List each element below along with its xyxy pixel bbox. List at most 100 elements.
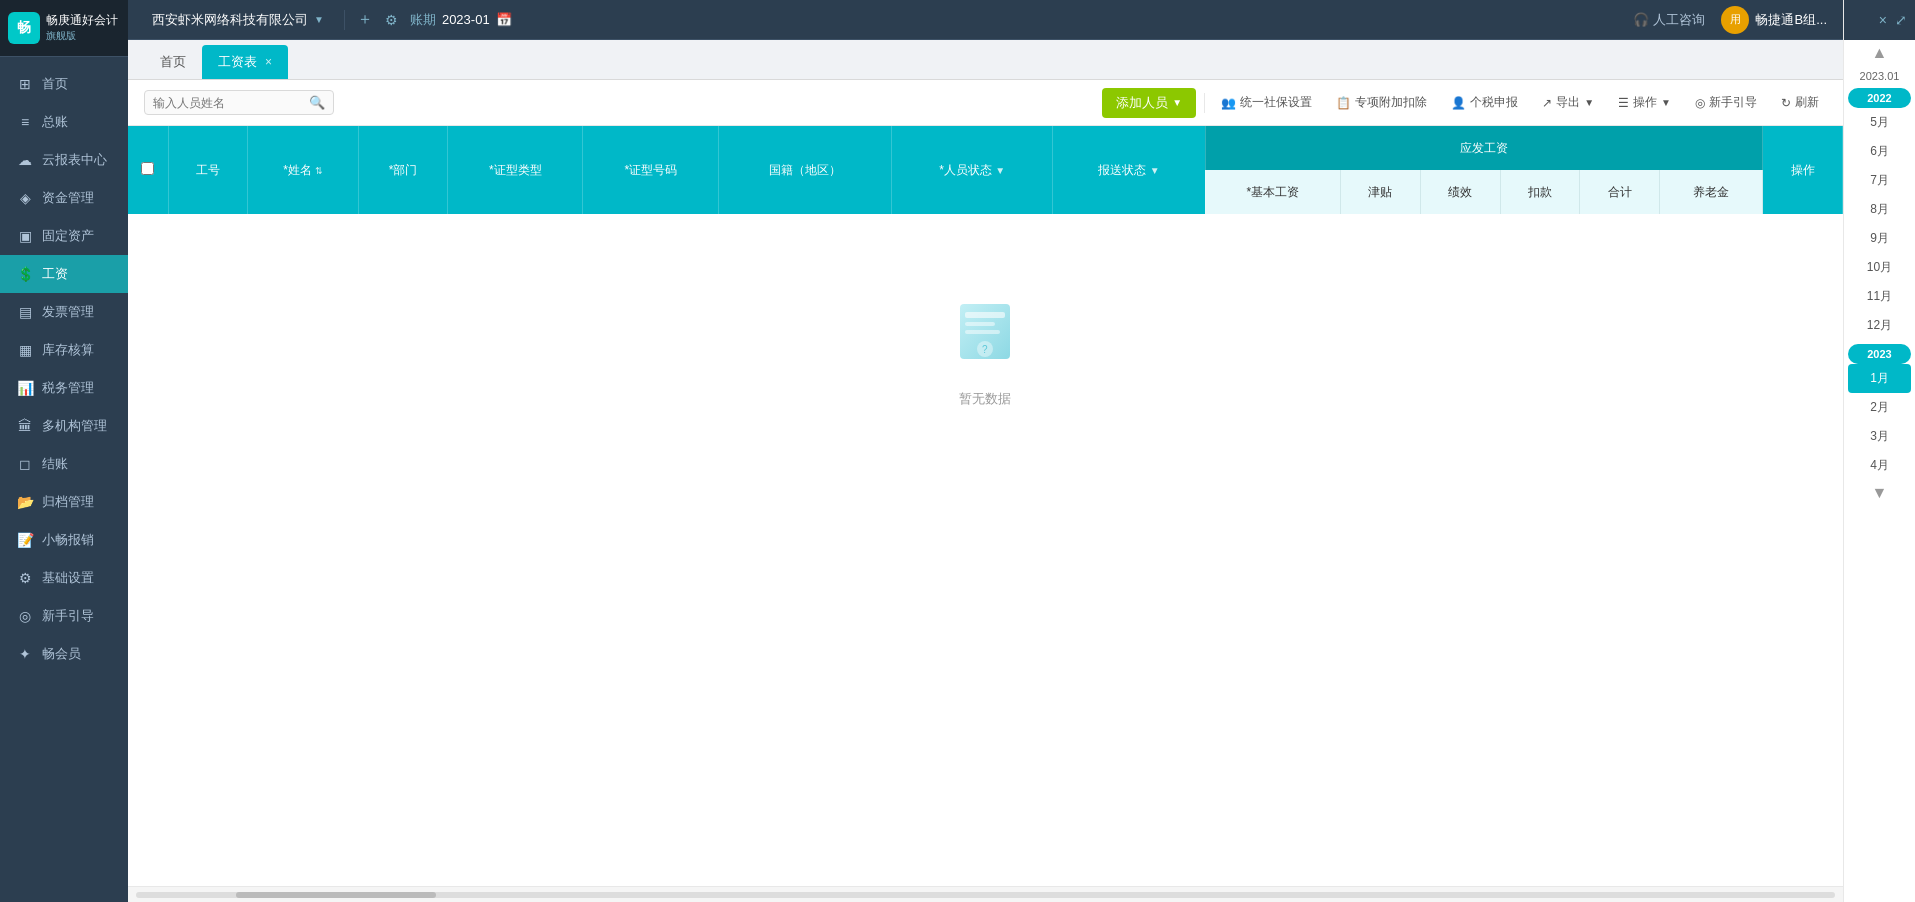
sidebar-item-fund-mgmt[interactable]: ◈ 资金管理 [0, 179, 128, 217]
status-filter-icon[interactable]: ▼ [995, 165, 1005, 176]
sidebar-item-inventory[interactable]: ▦ 库存核算 [0, 331, 128, 369]
sidebar-label-archive: 归档管理 [42, 493, 94, 511]
inventory-icon: ▦ [16, 342, 34, 358]
sidebar-item-expense[interactable]: 📝 小畅报销 [0, 521, 128, 559]
social-security-icon: 👥 [1221, 96, 1236, 110]
sidebar-item-basic-settings[interactable]: ⚙ 基础设置 [0, 559, 128, 597]
company-selector[interactable]: 西安虾米网络科技有限公司 ▼ [144, 7, 332, 33]
name-sort-icon[interactable]: ⇅ [315, 166, 323, 176]
th-department: *部门 [359, 126, 448, 214]
export-button[interactable]: ↗ 导出 ▼ [1534, 90, 1602, 115]
membership-icon: ✦ [16, 646, 34, 662]
panel-period-display: 2023.01 [1844, 66, 1915, 84]
month-item-2022-09[interactable]: 9月 [1844, 224, 1915, 253]
add-person-button[interactable]: 添加人员 ▼ [1102, 88, 1196, 118]
sidebar-item-guide[interactable]: ◎ 新手引导 [0, 597, 128, 635]
sidebar-label-general-ledger: 总账 [42, 113, 68, 131]
sidebar-item-tax[interactable]: 📊 税务管理 [0, 369, 128, 407]
th-total: 合计 [1580, 170, 1660, 214]
sidebar-label-invoice: 发票管理 [42, 303, 94, 321]
add-person-dropdown-icon: ▼ [1172, 97, 1182, 108]
tab-home[interactable]: 首页 [144, 45, 202, 79]
topbar-divider-1 [344, 10, 345, 30]
sidebar-logo: 畅 畅庚通好会计 旗舰版 [0, 0, 128, 57]
svg-rect-3 [965, 330, 1000, 334]
th-employee-id: 工号 [168, 126, 248, 214]
select-all-checkbox[interactable] [141, 162, 154, 175]
export-dropdown-icon: ▼ [1584, 97, 1594, 108]
month-nav-down[interactable]: ▼ [1844, 480, 1915, 506]
topbar-add-button[interactable]: ＋ [357, 9, 373, 30]
panel-maximize-button[interactable]: ⤢ [1895, 12, 1907, 28]
sidebar-item-cloud-report[interactable]: ☁ 云报表中心 [0, 141, 128, 179]
user-menu[interactable]: 用 畅捷通B组... [1721, 6, 1827, 34]
sidebar-item-home[interactable]: ⊞ 首页 [0, 65, 128, 103]
sidebar-label-multi-org: 多机构管理 [42, 417, 107, 435]
special-deduction-button[interactable]: 📋 专项附加扣除 [1328, 90, 1435, 115]
help-button[interactable]: 🎧 人工咨询 [1633, 11, 1705, 29]
topbar-period: 账期 2023-01 📅 [410, 11, 512, 29]
th-report-status-label: 报送状态 [1098, 163, 1146, 177]
topbar-settings-button[interactable]: ⚙ [385, 12, 398, 28]
social-security-button[interactable]: 👥 统一社保设置 [1213, 90, 1320, 115]
month-item-2023-04[interactable]: 4月 [1844, 451, 1915, 480]
sidebar-item-multi-org[interactable]: 🏛 多机构管理 [0, 407, 128, 445]
sidebar-item-invoice[interactable]: ▤ 发票管理 [0, 293, 128, 331]
sidebar-label-tax: 税务管理 [42, 379, 94, 397]
sidebar-label-basic-settings: 基础设置 [42, 569, 94, 587]
refresh-button[interactable]: ↻ 刷新 [1773, 90, 1827, 115]
sidebar-item-general-ledger[interactable]: ≡ 总账 [0, 103, 128, 141]
sidebar-item-payroll[interactable]: 💲 工资 [0, 255, 128, 293]
export-icon: ↗ [1542, 96, 1552, 110]
th-status-label: *人员状态 [939, 163, 992, 177]
personal-tax-label: 个税申报 [1470, 94, 1518, 111]
operations-icon: ☰ [1618, 96, 1629, 110]
sidebar-label-home: 首页 [42, 75, 68, 93]
logo-icon: 畅 [8, 12, 40, 44]
month-item-2023-01[interactable]: 1月 [1848, 364, 1911, 393]
sidebar: 畅 畅庚通好会计 旗舰版 ⊞ 首页 ≡ 总账 ☁ 云报表中心 ◈ 资金管理 [0, 0, 128, 902]
search-icon[interactable]: 🔍 [309, 95, 325, 110]
month-item-2022-11[interactable]: 11月 [1844, 282, 1915, 311]
month-item-2022-08[interactable]: 8月 [1844, 195, 1915, 224]
month-item-2022-05[interactable]: 5月 [1844, 108, 1915, 137]
toolbar-divider-1 [1204, 93, 1205, 113]
scroll-thumb[interactable] [236, 892, 436, 898]
special-deduction-label: 专项附加扣除 [1355, 94, 1427, 111]
sidebar-label-inventory: 库存核算 [42, 341, 94, 359]
sidebar-item-membership[interactable]: ✦ 畅会员 [0, 635, 128, 673]
tab-close-icon[interactable]: × [265, 55, 272, 69]
search-input[interactable] [153, 96, 303, 110]
month-item-2023-03[interactable]: 3月 [1844, 422, 1915, 451]
export-label: 导出 [1556, 94, 1580, 111]
main-area: 西安虾米网络科技有限公司 ▼ ＋ ⚙ 账期 2023-01 📅 🎧 人工咨询 用… [128, 0, 1843, 902]
month-item-2022-12[interactable]: 12月 [1844, 311, 1915, 340]
report-filter-icon[interactable]: ▼ [1150, 165, 1160, 176]
month-item-2022-10[interactable]: 10月 [1844, 253, 1915, 282]
panel-close-button[interactable]: × [1879, 12, 1887, 28]
tab-payroll[interactable]: 工资表 × [202, 45, 288, 79]
th-pension: 养老金 [1660, 170, 1763, 214]
month-nav-up[interactable]: ▲ [1844, 40, 1915, 66]
fund-icon: ◈ [16, 190, 34, 206]
sidebar-item-fixed-assets[interactable]: ▣ 固定资产 [0, 217, 128, 255]
sidebar-label-expense: 小畅报销 [42, 531, 94, 549]
th-name: *姓名 ⇅ [248, 126, 359, 214]
th-report-status: 报送状态 ▼ [1053, 126, 1205, 214]
company-name: 西安虾米网络科技有限公司 [152, 11, 308, 29]
operations-button[interactable]: ☰ 操作 ▼ [1610, 90, 1679, 115]
personal-tax-button[interactable]: 👤 个税申报 [1443, 90, 1526, 115]
multi-org-icon: 🏛 [16, 418, 34, 434]
home-icon: ⊞ [16, 76, 34, 92]
month-item-2022-07[interactable]: 7月 [1844, 166, 1915, 195]
settings-icon: ⚙ [16, 570, 34, 586]
sidebar-item-close-period[interactable]: ◻ 结账 [0, 445, 128, 483]
calendar-icon[interactable]: 📅 [496, 12, 512, 27]
tab-payroll-label: 工资表 [218, 53, 257, 71]
guide-button[interactable]: ◎ 新手引导 [1687, 90, 1765, 115]
sidebar-item-archive[interactable]: 📂 归档管理 [0, 483, 128, 521]
horizontal-scrollbar[interactable] [128, 886, 1843, 902]
month-item-2022-06[interactable]: 6月 [1844, 137, 1915, 166]
month-item-2023-02[interactable]: 2月 [1844, 393, 1915, 422]
close-period-icon: ◻ [16, 456, 34, 472]
